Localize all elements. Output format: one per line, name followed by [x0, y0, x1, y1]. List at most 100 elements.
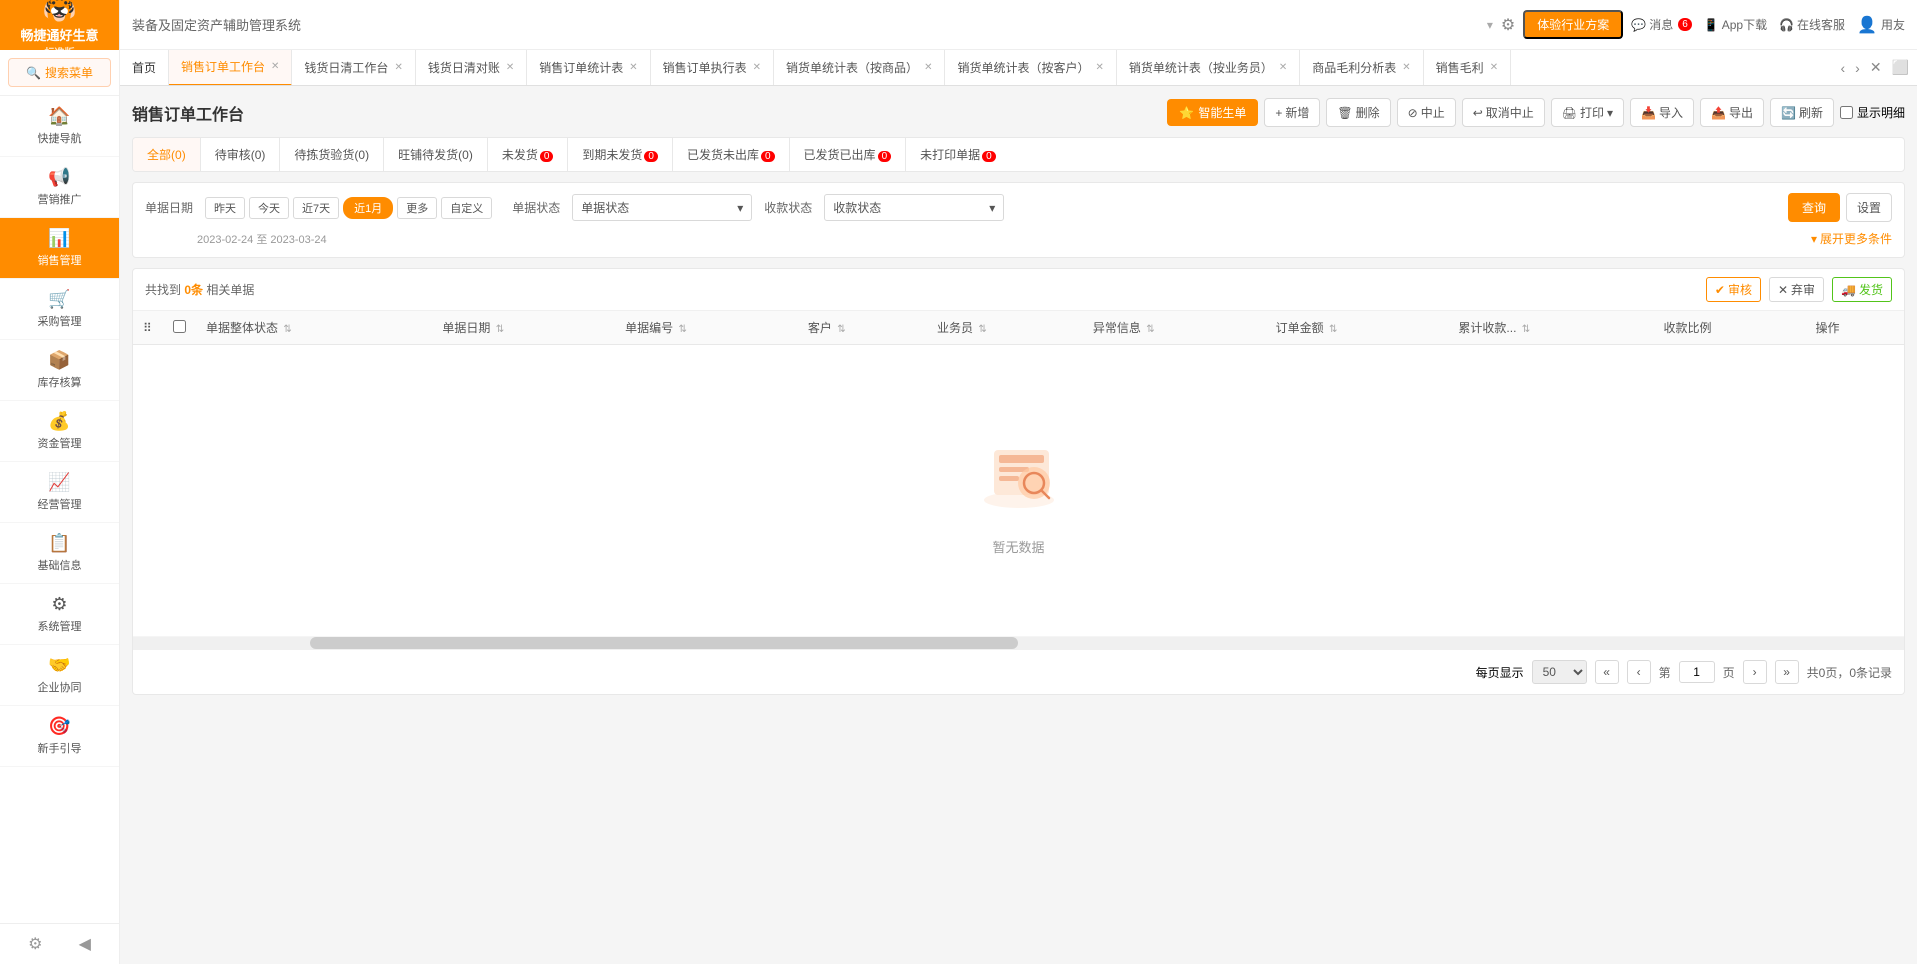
filter-tab-shipped-received[interactable]: 已发货已出库0 [790, 138, 907, 171]
page-number-input[interactable] [1679, 661, 1715, 683]
tab-sales-single-staff-close[interactable]: ✕ [1279, 62, 1287, 73]
tab-sales-single-staff[interactable]: 销货单统计表（按业务员） ✕ [1117, 50, 1300, 86]
date-yesterday-btn[interactable]: 昨天 [205, 197, 245, 219]
horizontal-scrollbar[interactable] [133, 637, 1904, 649]
filter-tab-overdue-unshipped[interactable]: 到期未发货0 [568, 138, 673, 171]
sidebar-label-guide: 新手引导 [38, 740, 82, 756]
tab-sales-workbench[interactable]: 销售订单工作台 ✕ [169, 50, 292, 86]
tab-sales-exec-close[interactable]: ✕ [753, 62, 761, 73]
col-customer[interactable]: 客户 ⇅ [798, 311, 927, 345]
date-more-btn[interactable]: 更多 [397, 197, 437, 219]
filter-tab-wangpu-ship[interactable]: 旺铺待发货(0) [384, 138, 488, 171]
search-menu-button[interactable]: 🔍 搜索菜单 [8, 58, 111, 87]
col-status[interactable]: 单据整体状态 ⇅ [196, 311, 432, 345]
status-filter-select[interactable]: 单据状态 ▾ [572, 194, 752, 221]
payment-filter-select[interactable]: 收款状态 ▾ [824, 194, 1004, 221]
col-collected[interactable]: 累计收款... ⇅ [1448, 311, 1653, 345]
col-amount[interactable]: 订单金额 ⇅ [1266, 311, 1449, 345]
review-btn[interactable]: ✔ 审核 [1706, 277, 1761, 302]
date-7days-btn[interactable]: 近7天 [293, 197, 339, 219]
col-number[interactable]: 单据编号 ⇅ [615, 311, 798, 345]
add-btn[interactable]: + 新增 [1264, 98, 1320, 127]
sidebar-collapse-btn[interactable]: ◀ [79, 934, 91, 954]
show-detail-checkbox-label[interactable]: 显示明细 [1840, 104, 1905, 121]
industry-btn[interactable]: 体验行业方案 [1523, 10, 1623, 39]
tab-sales-profit-close[interactable]: ✕ [1490, 62, 1498, 73]
user-area[interactable]: 👤 用友 [1857, 15, 1905, 35]
tab-sales-stats[interactable]: 销售订单统计表 ✕ [527, 50, 650, 86]
page-size-select[interactable]: 50 20 100 [1532, 660, 1587, 684]
next-page-btn[interactable]: › [1743, 660, 1767, 684]
date-custom-btn[interactable]: 自定义 [441, 197, 492, 219]
tab-product-margin[interactable]: 商品毛利分析表 ✕ [1300, 50, 1423, 86]
tab-cash-clear[interactable]: 钱货日清工作台 ✕ [292, 50, 415, 86]
col-checkbox[interactable] [163, 311, 196, 345]
col-ratio: 收款比例 [1654, 311, 1806, 345]
select-all-checkbox[interactable] [173, 320, 186, 333]
filter-tab-shipped-unreceived[interactable]: 已发货未出库0 [673, 138, 790, 171]
expand-filters-btn[interactable]: ▾ 展开更多条件 [1811, 230, 1892, 247]
tab-sales-profit[interactable]: 销售毛利 ✕ [1424, 50, 1511, 86]
col-exception[interactable]: 异常信息 ⇅ [1083, 311, 1266, 345]
col-staff[interactable]: 业务员 ⇅ [927, 311, 1083, 345]
prev-page-btn[interactable]: ‹ [1627, 660, 1651, 684]
sidebar-item-finance[interactable]: 💰 资金管理 [0, 401, 119, 462]
sidebar-item-inventory[interactable]: 📦 库存核算 [0, 340, 119, 401]
tab-cash-clear-close[interactable]: ✕ [394, 62, 402, 73]
export-btn[interactable]: 📤 导出 [1700, 98, 1764, 127]
sidebar-item-marketing[interactable]: 📢 营销推广 [0, 157, 119, 218]
sidebar-item-basic-info[interactable]: 📋 基础信息 [0, 523, 119, 584]
nav-maximize[interactable]: ⬜ [1888, 57, 1913, 78]
nav-close-all[interactable]: ✕ [1866, 57, 1886, 78]
filter-settings-btn[interactable]: 设置 [1846, 193, 1892, 222]
sidebar-item-guide[interactable]: 🎯 新手引导 [0, 706, 119, 767]
tab-sales-single-product[interactable]: 销货单统计表（按商品） ✕ [774, 50, 945, 86]
last-page-btn[interactable]: » [1775, 660, 1799, 684]
sidebar-item-sales[interactable]: 📊 销售管理 [0, 218, 119, 279]
nav-scroll-left[interactable]: ‹ [1836, 58, 1849, 78]
scroll-thumb[interactable] [310, 637, 1018, 649]
tab-sales-stats-close[interactable]: ✕ [629, 62, 637, 73]
delete-btn[interactable]: 🗑 删除 [1326, 98, 1390, 127]
tab-sales-single-customer-close[interactable]: ✕ [1095, 62, 1103, 73]
message-btn[interactable]: 💬 消息 6 [1631, 16, 1692, 33]
online-service-btn[interactable]: 🎧 在线客服 [1779, 16, 1845, 33]
sidebar-item-purchase[interactable]: 🛒 采购管理 [0, 279, 119, 340]
search-btn[interactable]: 查询 [1788, 193, 1840, 222]
col-date[interactable]: 单据日期 ⇅ [432, 311, 615, 345]
ai-create-btn[interactable]: ⭐ 智能生单 [1167, 99, 1258, 126]
filter-tab-pending-inspect[interactable]: 待拣货验货(0) [280, 138, 384, 171]
filter-tab-pending-review[interactable]: 待审核(0) [201, 138, 281, 171]
import-btn[interactable]: 📥 导入 [1630, 98, 1694, 127]
sidebar-item-system[interactable]: ⚙ 系统管理 [0, 584, 119, 645]
cancel-review-btn[interactable]: ✕ 弃审 [1769, 277, 1824, 302]
tab-sales-single-customer[interactable]: 销货单统计表（按客户） ✕ [945, 50, 1116, 86]
sidebar-item-cooperation[interactable]: 🤝 企业协同 [0, 645, 119, 706]
dropdown-icon[interactable]: ▾ [1487, 18, 1493, 32]
app-download-btn[interactable]: 📱 App下载 [1704, 16, 1767, 33]
tab-home[interactable]: 首页 [120, 50, 169, 86]
print-btn[interactable]: 🖨 打印 ▾ [1551, 98, 1624, 127]
nav-scroll-right[interactable]: › [1851, 58, 1864, 78]
date-month-btn[interactable]: 近1月 [343, 197, 393, 219]
show-detail-checkbox[interactable] [1840, 106, 1853, 119]
filter-tab-unshipped[interactable]: 未发货0 [488, 138, 569, 171]
ship-btn[interactable]: 🚚 发货 [1832, 277, 1892, 302]
filter-tab-unprinted[interactable]: 未打印单据0 [906, 138, 1010, 171]
tab-cash-reconcile-close[interactable]: ✕ [506, 62, 514, 73]
topbar-settings-icon[interactable]: ⚙ [1501, 15, 1515, 35]
stop-btn[interactable]: ⊘ 中止 [1397, 98, 1456, 127]
tab-sales-workbench-close[interactable]: ✕ [271, 61, 279, 72]
tab-cash-reconcile[interactable]: 钱货日清对账 ✕ [416, 50, 527, 86]
cancel-stop-btn[interactable]: ↩ 取消中止 [1462, 98, 1545, 127]
sidebar-settings-btn[interactable]: ⚙ [28, 934, 42, 954]
tab-sales-exec[interactable]: 销售订单执行表 ✕ [651, 50, 774, 86]
first-page-btn[interactable]: « [1595, 660, 1619, 684]
date-today-btn[interactable]: 今天 [249, 197, 289, 219]
sidebar-item-quick-nav[interactable]: 🏠 快捷导航 [0, 96, 119, 157]
tab-product-margin-close[interactable]: ✕ [1402, 62, 1410, 73]
filter-tab-all[interactable]: 全部(0) [133, 138, 201, 171]
refresh-btn[interactable]: 🔄 刷新 [1770, 98, 1834, 127]
tab-sales-single-product-close[interactable]: ✕ [924, 62, 932, 73]
sidebar-item-operations[interactable]: 📈 经营管理 [0, 462, 119, 523]
